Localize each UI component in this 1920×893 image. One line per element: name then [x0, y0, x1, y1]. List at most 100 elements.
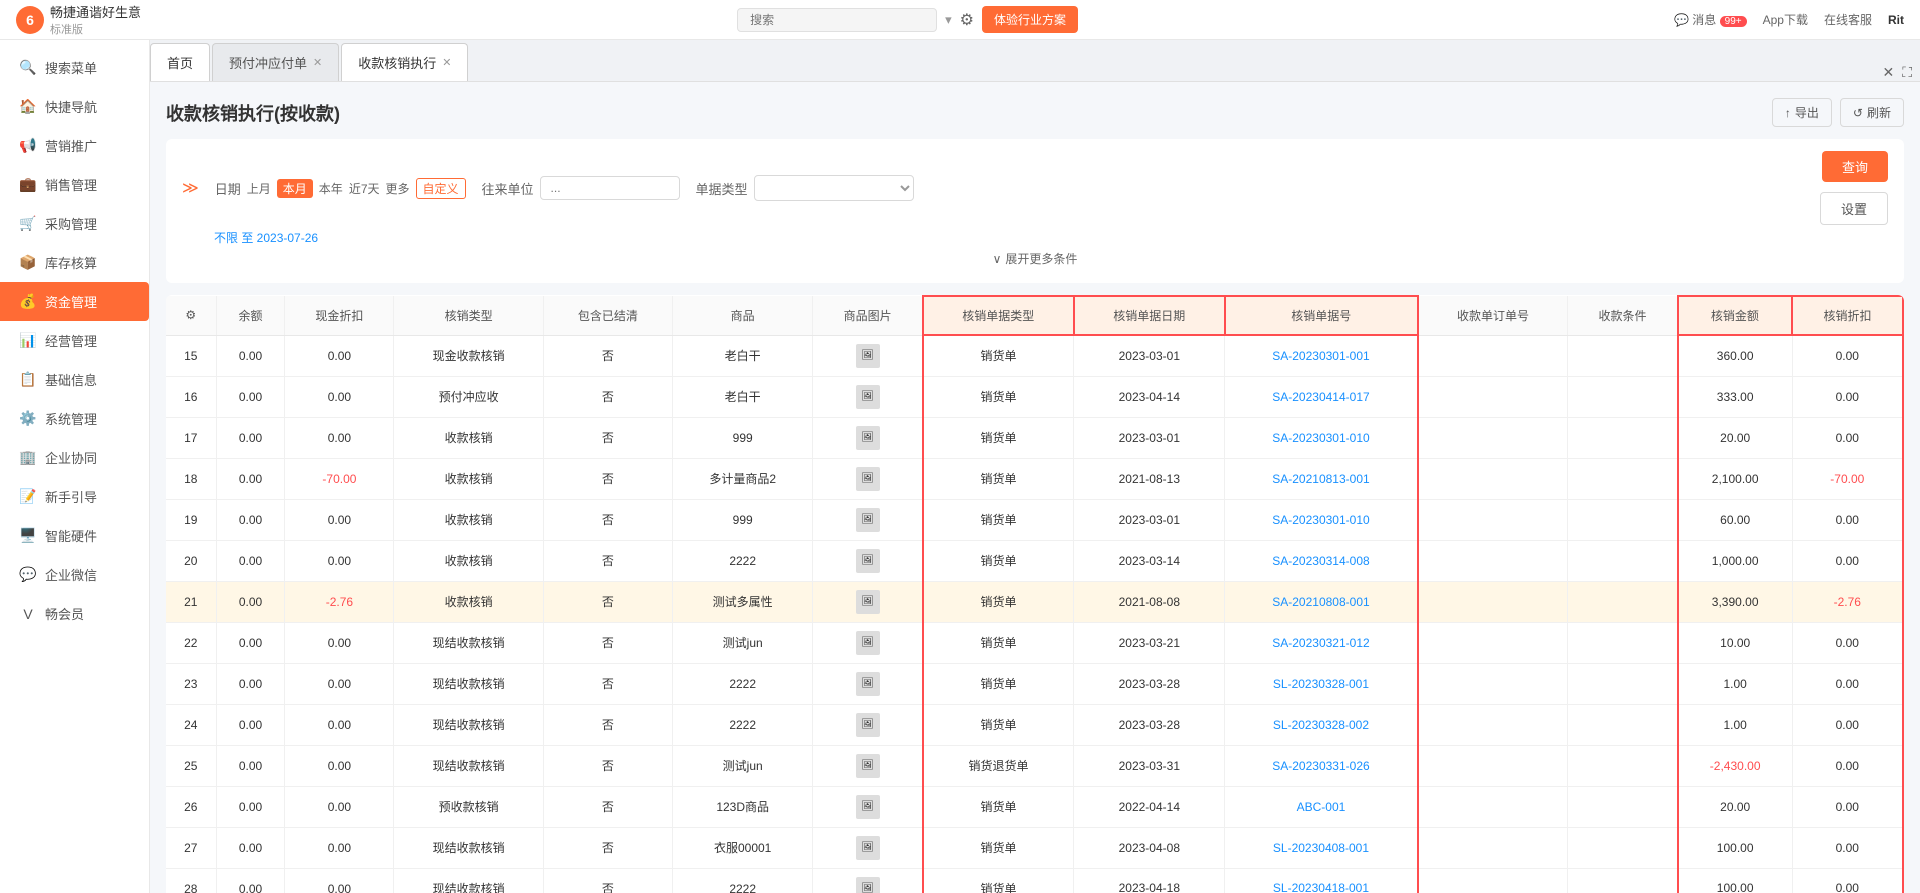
cell-goods: 老白干	[672, 335, 812, 376]
cell-writeoff-bill-type: 销货单	[923, 581, 1074, 622]
cell-writeoff-bill-no[interactable]: SA-20210808-001	[1225, 581, 1418, 622]
writeoff-bill-link[interactable]: SA-20230301-010	[1272, 513, 1369, 527]
cell-cash-discount: 0.00	[285, 827, 394, 868]
home-icon: 🏠	[19, 98, 37, 115]
tab-prepay[interactable]: 预付冲应付单 ✕	[212, 43, 339, 81]
user-name: Rit	[1888, 13, 1904, 27]
cell-goods: 2222	[672, 868, 812, 893]
sidebar-item-finance[interactable]: 💰 资金管理	[0, 282, 149, 321]
cell-no: 27	[166, 827, 216, 868]
cell-writeoff-type: 现金收款核销	[394, 335, 543, 376]
cell-writeoff-bill-no[interactable]: SA-20230314-008	[1225, 540, 1418, 581]
app-logo: 6 畅捷通谐好生意 标准版	[16, 2, 141, 37]
cell-goods-image: 🖼	[813, 704, 923, 745]
cell-writeoff-bill-type: 销货单	[923, 499, 1074, 540]
query-button[interactable]: 查询	[1822, 151, 1888, 182]
tab-close-all-button[interactable]: ✕	[1882, 64, 1894, 81]
tab-receipt[interactable]: 收款核销执行 ✕	[341, 43, 468, 81]
sidebar-item-hardware[interactable]: 🖥️ 智能硬件	[0, 516, 149, 555]
hardware-icon: 🖥️	[19, 527, 37, 544]
cell-writeoff-bill-no[interactable]: SA-20230301-010	[1225, 499, 1418, 540]
cell-writeoff-bill-no[interactable]: SA-20230331-026	[1225, 745, 1418, 786]
sidebar-item-member[interactable]: V 畅会员	[0, 594, 149, 633]
scroll-area[interactable]: ⚙ 余额 现金折扣 核销类型 包含已结清 商品 商品图片 核销单据类型 核销单据…	[166, 295, 1904, 893]
cell-writeoff-bill-no[interactable]: SL-20230408-001	[1225, 827, 1418, 868]
sidebar-item-shortcuts[interactable]: 🏠 快捷导航	[0, 87, 149, 126]
writeoff-bill-link[interactable]: SA-20210808-001	[1272, 595, 1369, 609]
date-option-this-month[interactable]: 本月	[277, 179, 313, 198]
cell-writeoff-bill-no[interactable]: SL-20230328-002	[1225, 704, 1418, 745]
cell-cash-discount: 0.00	[285, 417, 394, 458]
tab-home[interactable]: 首页	[150, 43, 210, 81]
cell-writeoff-bill-no[interactable]: ABC-001	[1225, 786, 1418, 827]
gear-button[interactable]: ⚙	[960, 10, 974, 30]
writeoff-bill-link[interactable]: SL-20230418-001	[1273, 881, 1369, 893]
writeoff-bill-link[interactable]: SA-20210813-001	[1272, 472, 1369, 486]
cell-writeoff-bill-type: 销货退货单	[923, 745, 1074, 786]
search-input[interactable]	[737, 8, 937, 32]
cell-writeoff-bill-no[interactable]: SA-20210813-001	[1225, 458, 1418, 499]
col-header-writeoff-bill-date: 核销单据日期	[1074, 296, 1225, 335]
date-option-7days[interactable]: 近7天	[349, 180, 380, 197]
writeoff-bill-link[interactable]: SA-20230314-008	[1272, 554, 1369, 568]
cell-writeoff-bill-date: 2023-03-28	[1074, 663, 1225, 704]
writeoff-bill-link[interactable]: SL-20230328-001	[1273, 677, 1369, 691]
writeoff-bill-link[interactable]: ABC-001	[1297, 800, 1346, 814]
top-bar-center: ▾ ⚙ 体验行业方案	[737, 6, 1078, 33]
tab-home-label: 首页	[167, 53, 193, 72]
export-label: 导出	[1795, 104, 1819, 121]
refresh-button[interactable]: ↺ 刷新	[1840, 98, 1904, 127]
filter-settings-button[interactable]: 设置	[1820, 192, 1888, 225]
writeoff-bill-link[interactable]: SA-20230301-001	[1272, 349, 1369, 363]
cell-writeoff-bill-no[interactable]: SA-20230414-017	[1225, 376, 1418, 417]
writeoff-bill-link[interactable]: SA-20230301-010	[1272, 431, 1369, 445]
date-option-more[interactable]: 更多	[386, 180, 410, 197]
date-option-this-year[interactable]: 本年	[319, 180, 343, 197]
sidebar-item-purchase[interactable]: 🛒 采购管理	[0, 204, 149, 243]
sidebar-item-guide[interactable]: 📝 新手引导	[0, 477, 149, 516]
tab-receipt-close[interactable]: ✕	[442, 56, 451, 69]
sidebar-item-system[interactable]: ⚙️ 系统管理	[0, 399, 149, 438]
sidebar-item-inventory[interactable]: 📦 库存核算	[0, 243, 149, 282]
collapse-arrow-icon[interactable]: ≫	[182, 178, 199, 198]
cell-no: 26	[166, 786, 216, 827]
sidebar-item-sales[interactable]: 💼 销售管理	[0, 165, 149, 204]
partner-filter-input[interactable]	[540, 176, 680, 200]
writeoff-bill-link[interactable]: SL-20230408-001	[1273, 841, 1369, 855]
table-row: 17 0.00 0.00 收款核销 否 999 🖼 销货单 2023-03-01…	[166, 417, 1903, 458]
sidebar-item-wechat[interactable]: 💬 企业微信	[0, 555, 149, 594]
writeoff-bill-link[interactable]: SA-20230414-017	[1272, 390, 1369, 404]
cell-writeoff-bill-no[interactable]: SL-20230418-001	[1225, 868, 1418, 893]
writeoff-bill-link[interactable]: SA-20230331-026	[1272, 759, 1369, 773]
export-button[interactable]: ↑ 导出	[1772, 98, 1832, 127]
writeoff-bill-link[interactable]: SL-20230328-002	[1273, 718, 1369, 732]
message-icon[interactable]: 💬 消息 99+	[1674, 11, 1747, 28]
tab-maximize-button[interactable]: ⛶	[1902, 64, 1912, 81]
sidebar-item-marketing[interactable]: 📢 营销推广	[0, 126, 149, 165]
voucher-type-label: 单据类型	[696, 179, 748, 198]
sidebar-item-basic[interactable]: 📋 基础信息	[0, 360, 149, 399]
app-download-link[interactable]: App下载	[1763, 11, 1808, 28]
cell-writeoff-bill-no[interactable]: SA-20230301-001	[1225, 335, 1418, 376]
tab-prepay-close[interactable]: ✕	[313, 56, 322, 69]
date-option-prev-month[interactable]: 上月	[247, 180, 271, 197]
cell-writeoff-bill-no[interactable]: SA-20230301-010	[1225, 417, 1418, 458]
sidebar-item-enterprise[interactable]: 🏢 企业协同	[0, 438, 149, 477]
voucher-type-select[interactable]	[754, 175, 914, 201]
col-header-settings[interactable]: ⚙	[166, 296, 216, 335]
cell-writeoff-amount: 333.00	[1678, 376, 1792, 417]
online-service-link[interactable]: 在线客服	[1824, 11, 1872, 28]
writeoff-bill-link[interactable]: SA-20230321-012	[1272, 636, 1369, 650]
cell-writeoff-bill-no[interactable]: SL-20230328-001	[1225, 663, 1418, 704]
sidebar-item-search[interactable]: 🔍 搜索菜单	[0, 48, 149, 87]
trial-button[interactable]: 体验行业方案	[982, 6, 1078, 33]
dropdown-arrow-icon: ▾	[945, 12, 952, 28]
col-header-goods: 商品	[672, 296, 812, 335]
sidebar-item-operations[interactable]: 📊 经营管理	[0, 321, 149, 360]
custom-date-button[interactable]: 自定义	[416, 178, 466, 199]
expand-conditions-button[interactable]: ∨ 展开更多条件	[993, 250, 1078, 267]
content-area: 首页 预付冲应付单 ✕ 收款核销执行 ✕ ✕ ⛶ 收款核销执行(按收款)	[150, 40, 1920, 893]
cell-writeoff-bill-no[interactable]: SA-20230321-012	[1225, 622, 1418, 663]
cell-writeoff-bill-type: 销货单	[923, 827, 1074, 868]
cell-writeoff-bill-date: 2023-03-31	[1074, 745, 1225, 786]
